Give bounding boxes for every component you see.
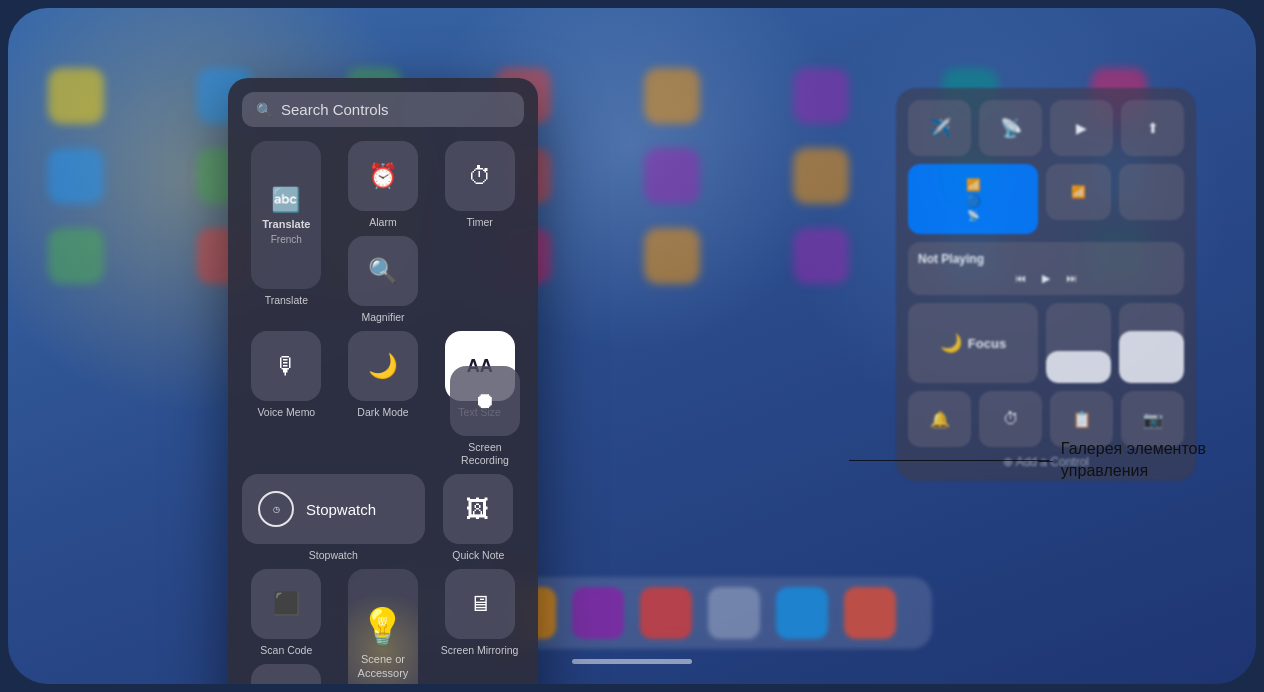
screen-mirroring-cell: 🖥 Screen Mirroring [435, 569, 524, 656]
screen-recording-cell: ⏺ ScreenRecording [450, 366, 520, 466]
translate-subtitle: French [271, 234, 302, 245]
voice-memo-label: Voice Memo [257, 406, 315, 418]
airplay2-btn[interactable]: ⬆ [1121, 100, 1184, 156]
search-bar[interactable]: 🔍 Search Controls [242, 92, 524, 127]
dock-icon-5[interactable] [640, 587, 692, 639]
control-center-panel: ✈️ 📡 ▶ ⬆ 📶 🔵 📡 📶 Not Playing ⏮ ▶ ⏭ [896, 88, 1196, 481]
timer-icon-box[interactable]: ⏱ [445, 141, 515, 211]
scan-code-label: Scan Code [260, 644, 312, 656]
wifi-cluster[interactable]: 📶 🔵 📡 [908, 164, 1038, 234]
now-playing-title: Not Playing [918, 252, 1174, 266]
dock-icon-6[interactable] [708, 587, 760, 639]
stopwatch-cell: ◷ Stopwatch Stopwatch [242, 474, 425, 561]
stopwatch-icon-box[interactable]: ◷ Stopwatch [242, 474, 425, 544]
voice-memo-cell: 🎙 Voice Memo [242, 331, 331, 418]
timer-cell: ⏱ Timer [435, 141, 524, 228]
search-input[interactable]: Search Controls [281, 101, 389, 118]
quick-note-label: Quick Note [452, 549, 504, 561]
dark-mode-icon-box[interactable]: 🌙 [348, 331, 418, 401]
alarm-cell: ⏰ Alarm [339, 141, 428, 228]
annotation: Галерея элементов управления [849, 438, 1206, 483]
play-btn[interactable]: ▶ [1042, 272, 1050, 285]
search-controls-modal: 🔍 Search Controls 🔤 Translate French Tra… [228, 78, 538, 684]
translate-label: Translate [265, 294, 308, 306]
ipad-screen: ✈️ 📡 ▶ ⬆ 📶 🔵 📡 📶 Not Playing ⏮ ▶ ⏭ [8, 8, 1256, 684]
next-btn[interactable]: ⏭ [1066, 272, 1077, 285]
dark-mode-label: Dark Mode [357, 406, 408, 418]
quick-note-icon-box[interactable]: 🖼 [443, 474, 513, 544]
hotspot-btn[interactable]: 📡 [979, 100, 1042, 156]
recognize-music-icon-box[interactable]: S [251, 664, 321, 684]
focus-btn[interactable]: 🌙 Focus [908, 303, 1038, 383]
translate-icon-box[interactable]: 🔤 Translate French [251, 141, 321, 289]
airplane-mode-btn[interactable]: ✈️ [908, 100, 971, 156]
quick-note-cell: 🖼 Quick Note [433, 474, 524, 561]
dock-icon-8[interactable] [844, 587, 896, 639]
magnifier-icon-box[interactable]: 🔍 [348, 236, 418, 306]
scene-accessory-cell: 💡 Scene or Accessory Home [339, 569, 428, 684]
screen-recording-label: ScreenRecording [461, 441, 509, 466]
scan-code-icon-box[interactable]: ⬛ [251, 569, 321, 639]
volume-slider[interactable] [1119, 303, 1184, 383]
scan-code-cell: ⬛ Scan Code [242, 569, 331, 656]
stopwatch-text: Stopwatch [306, 501, 376, 518]
screen-recording-icon-box[interactable]: ⏺ [450, 366, 520, 436]
stopwatch-label: Stopwatch [309, 549, 358, 561]
recognize-music-cell: S RecognizeMusic [242, 664, 331, 684]
screen-mirroring-label: Screen Mirroring [441, 644, 519, 656]
timer-label: Timer [466, 216, 492, 228]
translate-cell: 🔤 Translate French Translate [242, 141, 331, 323]
alarm-icon-box[interactable]: ⏰ [348, 141, 418, 211]
magnifier-label: Magnifier [361, 311, 404, 323]
alarm-label: Alarm [369, 216, 396, 228]
dock-icon-4[interactable] [572, 587, 624, 639]
shazam-icon: S [270, 683, 302, 684]
search-icon: 🔍 [256, 102, 273, 118]
annotation-line [849, 460, 1049, 461]
cellular-btn[interactable]: 📶 [1046, 164, 1111, 220]
dock-icon-7[interactable] [776, 587, 828, 639]
airplay-btn[interactable]: ▶ [1050, 100, 1113, 156]
annotation-text: Галерея элементов управления [1061, 438, 1206, 483]
translate-arrows-icon: 🔤 [271, 186, 301, 214]
scene-subtitle: Scene or Accessory [348, 652, 418, 681]
scene-icon-box[interactable]: 💡 Scene or Accessory [348, 569, 418, 684]
translate-title: Translate [262, 218, 310, 230]
prev-btn[interactable]: ⏮ [1015, 272, 1026, 285]
home-indicator [572, 659, 692, 664]
dark-mode-cell: 🌙 Dark Mode [339, 331, 428, 418]
stopwatch-circle-icon: ◷ [258, 491, 294, 527]
voice-memo-icon-box[interactable]: 🎙 [251, 331, 321, 401]
brightness-slider[interactable] [1046, 303, 1111, 383]
media-player: Not Playing ⏮ ▶ ⏭ [908, 242, 1184, 295]
extra-btn[interactable] [1119, 164, 1184, 220]
magnifier-cell: 🔍 Magnifier [339, 236, 428, 323]
screen-mirroring-icon-box[interactable]: 🖥 [445, 569, 515, 639]
